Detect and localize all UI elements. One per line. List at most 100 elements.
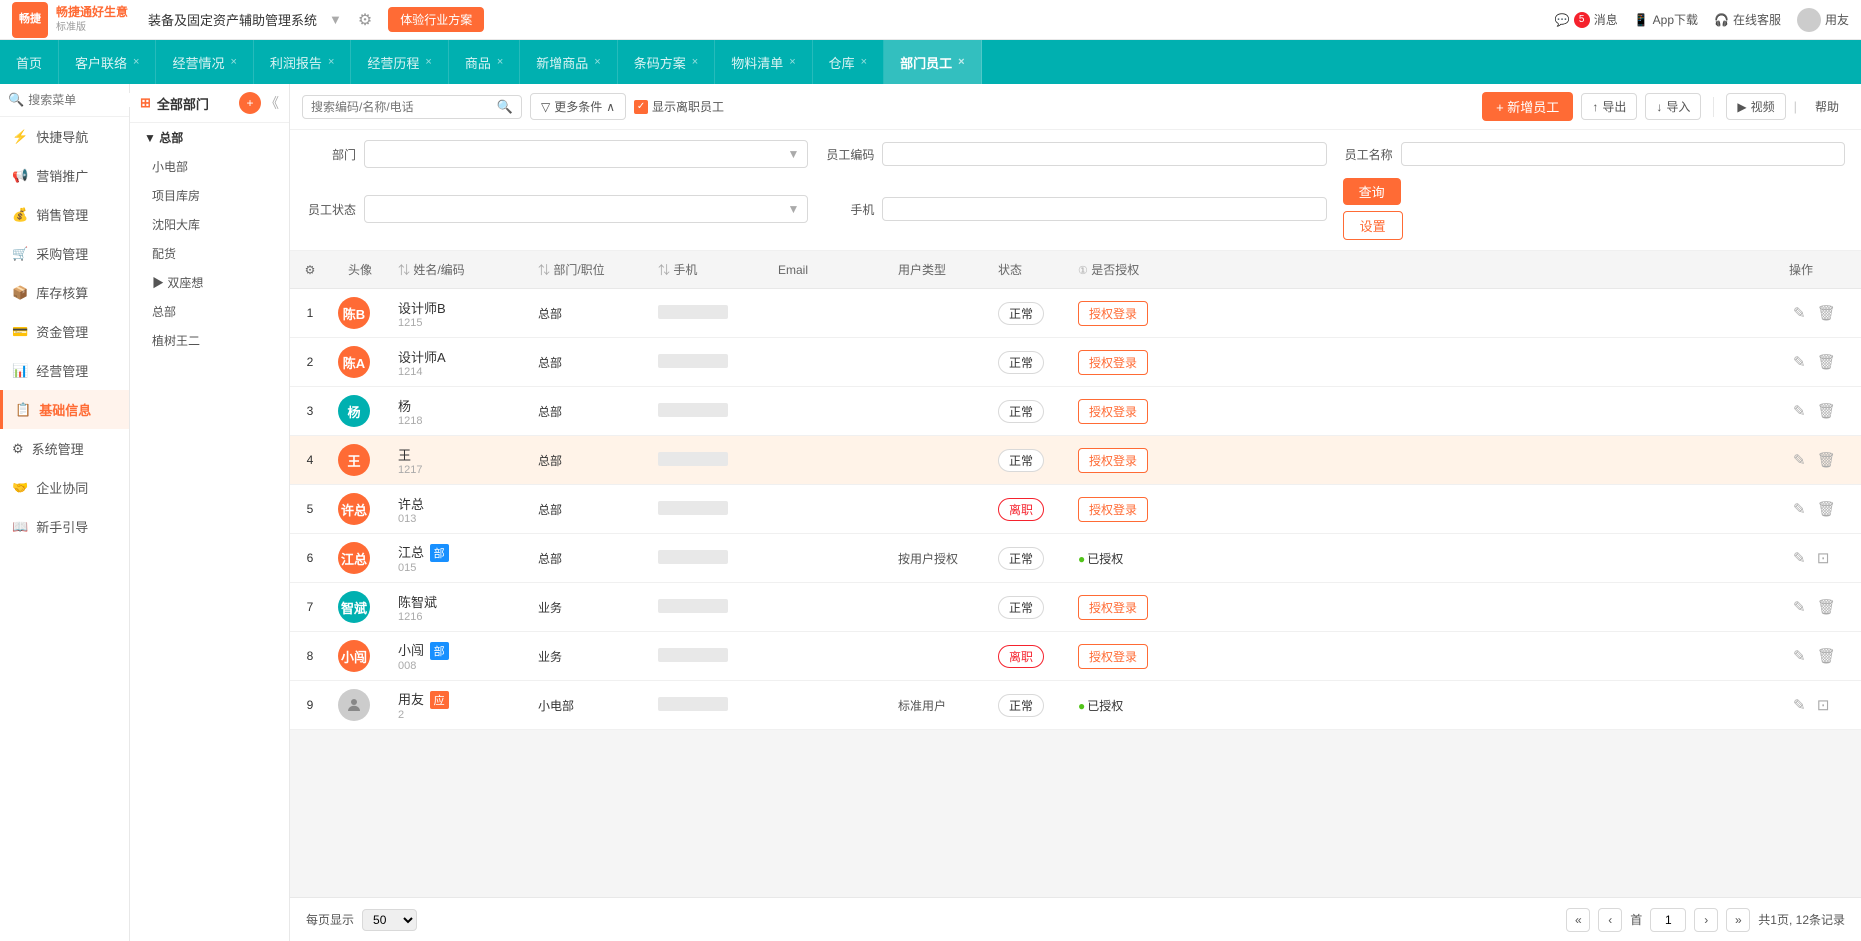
sidebar-item-sales[interactable]: 💰 销售管理 bbox=[0, 195, 129, 234]
sidebar-item-marketing[interactable]: 📢 营销推广 bbox=[0, 156, 129, 195]
edit-btn[interactable]: ✎ bbox=[1789, 302, 1810, 324]
edit-btn[interactable]: ✎ bbox=[1789, 498, 1810, 520]
show-resigned-checkbox[interactable]: ✓ 显示离职员工 bbox=[634, 98, 724, 115]
gear-icon[interactable]: ⚙ bbox=[358, 10, 372, 30]
emp-name-input[interactable] bbox=[1401, 142, 1845, 166]
edit-btn[interactable]: ✎ bbox=[1789, 645, 1810, 667]
delete-btn[interactable]: ⊡ bbox=[1813, 547, 1834, 569]
tab-barcode[interactable]: 条码方案 × bbox=[618, 40, 715, 84]
edit-btn[interactable]: ✎ bbox=[1789, 400, 1810, 422]
tab-employees[interactable]: 部门员工 × bbox=[884, 40, 981, 84]
close-tab-barcode[interactable]: × bbox=[692, 56, 698, 68]
sidebar-item-operation[interactable]: 📊 经营管理 bbox=[0, 351, 129, 390]
auth-login-btn[interactable]: 授权登录 bbox=[1078, 301, 1148, 326]
export-btn[interactable]: ↑ 导出 bbox=[1581, 93, 1637, 120]
tree-add-btn[interactable]: + bbox=[239, 92, 261, 114]
trial-button[interactable]: 体验行业方案 bbox=[388, 7, 484, 32]
auth-login-btn[interactable]: 授权登录 bbox=[1078, 595, 1148, 620]
page-number-input[interactable] bbox=[1650, 908, 1686, 932]
import-btn[interactable]: ↓ 导入 bbox=[1645, 93, 1701, 120]
tab-profit[interactable]: 利润报告 × bbox=[254, 40, 351, 84]
tree-item-hq[interactable]: 总部 bbox=[130, 297, 289, 326]
auth-login-btn[interactable]: 授权登录 bbox=[1078, 448, 1148, 473]
tab-bom[interactable]: 物料清单 × bbox=[715, 40, 812, 84]
edit-btn[interactable]: ✎ bbox=[1789, 351, 1810, 373]
tab-home[interactable]: 首页 bbox=[0, 40, 59, 84]
auth-login-btn[interactable]: 授权登录 bbox=[1078, 350, 1148, 375]
tree-item-project-warehouse[interactable]: 项目库房 bbox=[130, 181, 289, 210]
tab-goods[interactable]: 商品 × bbox=[449, 40, 520, 84]
sidebar-item-finance[interactable]: 💳 资金管理 bbox=[0, 312, 129, 351]
help-btn[interactable]: 帮助 bbox=[1805, 94, 1849, 119]
tab-history[interactable]: 经营历程 × bbox=[351, 40, 448, 84]
tab-warehouse[interactable]: 仓库 × bbox=[813, 40, 884, 84]
query-btn[interactable]: 查询 bbox=[1343, 178, 1401, 205]
set-btn[interactable]: 设置 bbox=[1343, 211, 1403, 240]
close-tab-history[interactable]: × bbox=[425, 56, 431, 68]
more-filter-btn[interactable]: ▽ 更多条件 ∧ bbox=[530, 93, 626, 120]
dept-filter-select[interactable]: ▼ bbox=[364, 140, 808, 168]
search-btn-icon[interactable]: 🔍 bbox=[497, 99, 513, 115]
auth-login-btn[interactable]: 授权登录 bbox=[1078, 644, 1148, 669]
close-tab-employees[interactable]: × bbox=[958, 56, 964, 68]
emp-status-select[interactable]: ▼ bbox=[364, 195, 808, 223]
sidebar-item-system[interactable]: ⚙ 系统管理 bbox=[0, 429, 129, 468]
user-btn[interactable]: 用友 bbox=[1797, 8, 1849, 32]
tree-item-double-seat[interactable]: ▶ 双座想 bbox=[130, 268, 289, 297]
sidebar-item-enterprise[interactable]: 🤝 企业协同 bbox=[0, 468, 129, 507]
delete-btn[interactable]: 🗑 bbox=[1813, 302, 1840, 324]
sidebar-item-purchase[interactable]: 🛒 采购管理 bbox=[0, 234, 129, 273]
auth-login-btn[interactable]: 授权登录 bbox=[1078, 399, 1148, 424]
tree-item-distribution[interactable]: 配货 bbox=[130, 239, 289, 268]
settings-icon[interactable]: ⚙ bbox=[305, 263, 316, 277]
prev-page-btn[interactable]: ‹ bbox=[1598, 908, 1622, 932]
sidebar-item-basic[interactable]: 📋 基础信息 bbox=[0, 390, 129, 429]
delete-btn[interactable]: 🗑 bbox=[1813, 449, 1840, 471]
next-page-btn[interactable]: › bbox=[1694, 908, 1718, 932]
close-tab-warehouse[interactable]: × bbox=[861, 56, 867, 68]
emp-code-input[interactable] bbox=[882, 142, 1326, 166]
page-size-select[interactable]: 50 100 bbox=[362, 909, 417, 931]
row-ops: ✎ 🗑 bbox=[1781, 583, 1861, 632]
close-tab-new-goods[interactable]: × bbox=[594, 56, 600, 68]
edit-btn[interactable]: ✎ bbox=[1789, 694, 1810, 716]
add-employee-btn[interactable]: + 新增员工 bbox=[1482, 92, 1573, 121]
sidebar-item-inventory[interactable]: 📦 库存核算 bbox=[0, 273, 129, 312]
first-page-btn[interactable]: « bbox=[1566, 908, 1590, 932]
delete-btn[interactable]: 🗑 bbox=[1813, 645, 1840, 667]
close-tab-operation[interactable]: × bbox=[230, 56, 236, 68]
tab-customer[interactable]: 客户联络 × bbox=[59, 40, 156, 84]
sidebar-item-shortcut[interactable]: ⚡ 快捷导航 bbox=[0, 117, 129, 156]
edit-btn[interactable]: ✎ bbox=[1789, 596, 1810, 618]
tab-new-goods[interactable]: 新增商品 × bbox=[520, 40, 617, 84]
delete-btn[interactable]: 🗑 bbox=[1813, 400, 1840, 422]
app-download-btn[interactable]: 📱 App下载 bbox=[1634, 11, 1698, 28]
sidebar-item-guide[interactable]: 📖 新手引导 bbox=[0, 507, 129, 546]
video-btn[interactable]: ▶ 视频 bbox=[1726, 93, 1785, 120]
delete-btn[interactable]: 🗑 bbox=[1813, 351, 1840, 373]
delete-btn[interactable]: 🗑 bbox=[1813, 498, 1840, 520]
search-wrapper[interactable]: 🔍 bbox=[302, 95, 522, 119]
last-page-btn[interactable]: » bbox=[1726, 908, 1750, 932]
auth-login-btn[interactable]: 授权登录 bbox=[1078, 497, 1148, 522]
close-tab-goods[interactable]: × bbox=[497, 56, 503, 68]
edit-btn[interactable]: ✎ bbox=[1789, 449, 1810, 471]
message-btn[interactable]: 💬 5 消息 bbox=[1555, 11, 1618, 28]
delete-btn[interactable]: 🗑 bbox=[1813, 596, 1840, 618]
delete-btn[interactable]: ⊡ bbox=[1813, 694, 1834, 716]
system-dropdown-icon[interactable]: ▼ bbox=[329, 12, 342, 27]
tree-collapse-btn[interactable]: 《 bbox=[265, 93, 279, 113]
close-tab-profit[interactable]: × bbox=[328, 56, 334, 68]
tree-item-plant-king[interactable]: 植树王二 bbox=[130, 326, 289, 355]
search-input[interactable] bbox=[311, 100, 493, 114]
phone-input[interactable] bbox=[882, 197, 1326, 221]
tree-item-general-hq[interactable]: ▼ 总部 bbox=[130, 123, 289, 152]
tree-item-shenyang[interactable]: 沈阳大库 bbox=[130, 210, 289, 239]
close-tab-bom[interactable]: × bbox=[789, 56, 795, 68]
tab-operation[interactable]: 经营情况 × bbox=[156, 40, 253, 84]
tree-item-small-elec[interactable]: 小电部 bbox=[130, 152, 289, 181]
close-tab-customer[interactable]: × bbox=[133, 56, 139, 68]
edit-btn[interactable]: ✎ bbox=[1789, 547, 1810, 569]
sidebar-search-bar[interactable]: 🔍 bbox=[0, 84, 129, 117]
online-service-btn[interactable]: 🎧 在线客服 bbox=[1714, 11, 1781, 28]
